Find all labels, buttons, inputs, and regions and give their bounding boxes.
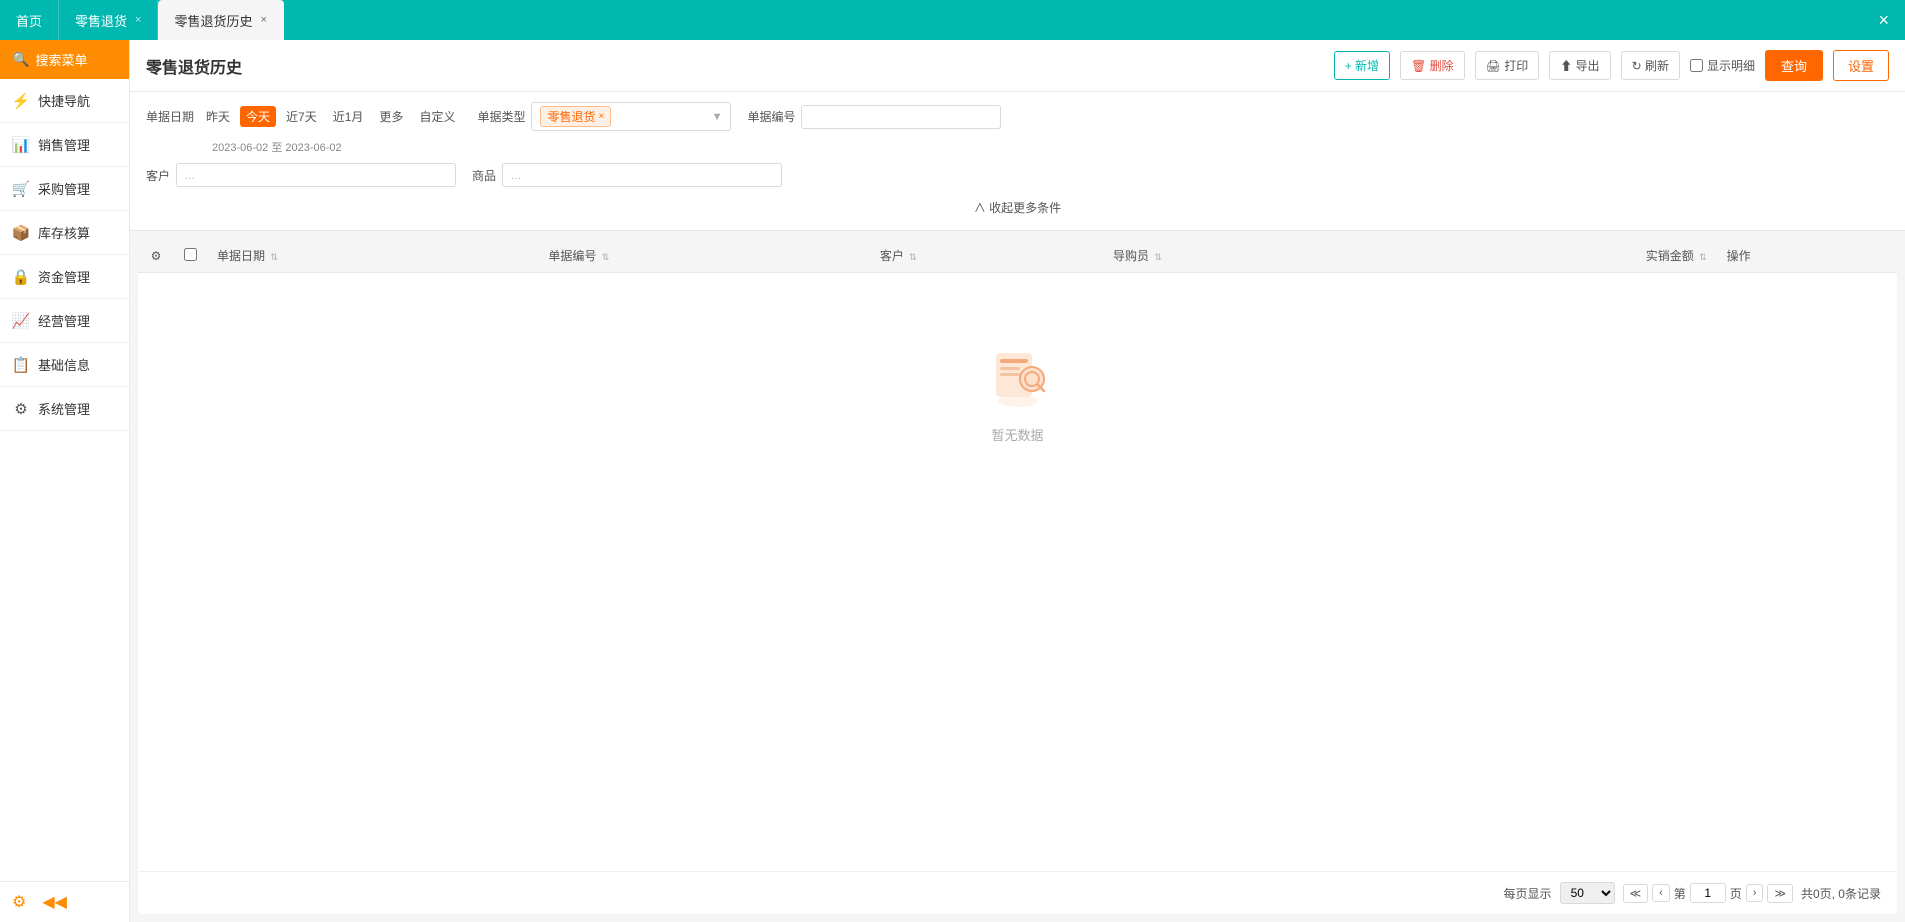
system-icon: ⚙ bbox=[12, 400, 30, 418]
col-amount[interactable]: 实销金额 ⇅ bbox=[1385, 239, 1716, 273]
page-header: 零售退货历史 + 新增 🗑 删除 🖨 打印 ⬆ 导出 ↻ 刷新 显示明细 查询 … bbox=[130, 40, 1905, 92]
page-size-select[interactable]: 50 10 20 100 bbox=[1560, 882, 1615, 904]
refresh-button[interactable]: ↻ 刷新 bbox=[1621, 51, 1680, 80]
date-filter-field: 单据日期 昨天 今天 近7天 近1月 更多 自定义 bbox=[146, 106, 461, 127]
sidebar-item-inventory[interactable]: 📦 库存核算 bbox=[0, 211, 129, 255]
delete-button[interactable]: 🗑 删除 bbox=[1400, 51, 1465, 80]
page-next-button[interactable]: › bbox=[1746, 884, 1764, 902]
col-bill-date[interactable]: 单据日期 ⇅ bbox=[207, 239, 538, 273]
tab-home[interactable]: 首页 bbox=[0, 0, 59, 40]
sidebar-item-basic-info[interactable]: 📋 基础信息 bbox=[0, 343, 129, 387]
sort-icon-amount: ⇅ bbox=[1699, 252, 1707, 262]
page-last-button[interactable]: ≫ bbox=[1767, 884, 1793, 903]
empty-state: 暂无数据 bbox=[138, 273, 1897, 504]
page-first-button[interactable]: ≪ bbox=[1623, 884, 1649, 903]
print-button[interactable]: 🖨 打印 bbox=[1475, 51, 1540, 80]
sort-icon-customer: ⇅ bbox=[909, 252, 917, 262]
col-settings[interactable]: ⚙ bbox=[138, 239, 174, 273]
bill-type-select[interactable]: 零售退货 × ▼ bbox=[531, 102, 731, 131]
tab-retail-return-history[interactable]: 零售退货历史 × bbox=[158, 0, 283, 40]
sidebar-item-operations[interactable]: 📈 经营管理 bbox=[0, 299, 129, 343]
search-icon: 🔍 bbox=[12, 51, 29, 68]
tab-bar: 首页 零售退货 × 零售退货历史 × bbox=[0, 0, 1862, 40]
operations-icon: 📈 bbox=[12, 312, 30, 330]
settings-icon[interactable]: ⚙ bbox=[12, 892, 26, 912]
pagination: 每页显示 50 10 20 100 ≪ ‹ 第 页 › ≫ 共0页, 0条记录 bbox=[138, 871, 1897, 914]
bill-type-tag-close[interactable]: × bbox=[598, 111, 604, 122]
goods-input[interactable] bbox=[502, 163, 782, 187]
table-wrapper: ⚙ 单据日期 ⇅ 单据编号 ⇅ 客户 bbox=[138, 239, 1897, 871]
sidebar-item-system[interactable]: ⚙ 系统管理 bbox=[0, 387, 129, 431]
collapse-button[interactable]: ∧ 收起更多条件 bbox=[966, 195, 1069, 220]
date-opt-custom[interactable]: 自定义 bbox=[413, 106, 461, 127]
sidebar-item-purchase[interactable]: 🛒 采购管理 bbox=[0, 167, 129, 211]
empty-text: 暂无数据 bbox=[991, 425, 1043, 444]
query-button[interactable]: 查询 bbox=[1765, 50, 1823, 81]
show-detail-checkbox[interactable] bbox=[1690, 59, 1703, 72]
sidebar-bottom: ⚙ ◀◀ bbox=[0, 881, 129, 922]
sort-icon-bill-date: ⇅ bbox=[270, 252, 278, 262]
header-actions: + 新增 🗑 删除 🖨 打印 ⬆ 导出 ↻ 刷新 显示明细 查询 设置 bbox=[1334, 50, 1889, 81]
sidebar-item-quick-nav[interactable]: ⚡ 快捷导航 bbox=[0, 79, 129, 123]
date-opt-yesterday[interactable]: 昨天 bbox=[200, 106, 236, 127]
filter-row-2: 客户 商品 bbox=[146, 163, 1889, 187]
date-range-display: 2023-06-02 至 2023-06-02 bbox=[212, 142, 342, 154]
main-layout: 🔍 搜索菜单 ⚡ 快捷导航 📊 销售管理 🛒 采购管理 📦 库存核算 🔒 资金管… bbox=[0, 40, 1905, 922]
content-area: 零售退货历史 + 新增 🗑 删除 🖨 打印 ⬆ 导出 ↻ 刷新 显示明细 查询 … bbox=[130, 40, 1905, 922]
customer-input[interactable] bbox=[176, 163, 456, 187]
page-prev-button[interactable]: ‹ bbox=[1652, 884, 1670, 902]
date-opt-today[interactable]: 今天 bbox=[240, 106, 276, 127]
sales-icon: 📊 bbox=[12, 136, 30, 154]
page-number-input[interactable] bbox=[1690, 883, 1726, 903]
sidebar-item-sales[interactable]: 📊 销售管理 bbox=[0, 123, 129, 167]
page-nav: ≪ ‹ 第 页 › ≫ bbox=[1623, 883, 1793, 903]
new-button[interactable]: + 新增 bbox=[1334, 51, 1390, 80]
filter-row-1: 单据日期 昨天 今天 近7天 近1月 更多 自定义 单据类型 bbox=[146, 102, 1889, 131]
date-opt-more[interactable]: 更多 bbox=[373, 106, 409, 127]
empty-icon bbox=[978, 333, 1058, 413]
window-close-button[interactable]: × bbox=[1862, 10, 1905, 31]
date-options: 昨天 今天 近7天 近1月 更多 自定义 bbox=[200, 106, 461, 127]
sidebar-item-finance[interactable]: 🔒 资金管理 bbox=[0, 255, 129, 299]
bill-type-field: 单据类型 零售退货 × ▼ bbox=[477, 102, 731, 131]
sidebar: 🔍 搜索菜单 ⚡ 快捷导航 📊 销售管理 🛒 采购管理 📦 库存核算 🔒 资金管… bbox=[0, 40, 130, 922]
page-total: 共0页, 0条记录 bbox=[1801, 885, 1881, 902]
tab-retail-return-close[interactable]: × bbox=[135, 14, 141, 26]
date-opt-7days[interactable]: 近7天 bbox=[280, 106, 323, 127]
speaker-icon[interactable]: ◀◀ bbox=[42, 892, 67, 912]
tab-retail-return[interactable]: 零售退货 × bbox=[59, 0, 158, 40]
finance-icon: 🔒 bbox=[12, 268, 30, 286]
set-button[interactable]: 设置 bbox=[1833, 50, 1889, 81]
col-customer[interactable]: 客户 ⇅ bbox=[870, 239, 1103, 273]
data-table: ⚙ 单据日期 ⇅ 单据编号 ⇅ 客户 bbox=[138, 239, 1897, 273]
date-opt-1month[interactable]: 近1月 bbox=[327, 106, 370, 127]
export-button[interactable]: ⬆ 导出 bbox=[1549, 51, 1610, 80]
goods-filter-field: 商品 bbox=[472, 163, 782, 187]
sort-icon-guide: ⇅ bbox=[1154, 252, 1162, 262]
inventory-icon: 📦 bbox=[12, 224, 30, 242]
col-actions: 操作 bbox=[1717, 239, 1897, 273]
bill-type-tag: 零售退货 × bbox=[540, 106, 611, 127]
filter-area: 单据日期 昨天 今天 近7天 近1月 更多 自定义 单据类型 bbox=[130, 92, 1905, 231]
col-bill-no[interactable]: 单据编号 ⇅ bbox=[538, 239, 869, 273]
bill-type-dropdown-arrow: ▼ bbox=[712, 111, 723, 123]
sort-icon-bill-no: ⇅ bbox=[602, 252, 610, 262]
page-title: 零售退货历史 bbox=[146, 54, 242, 78]
sidebar-search[interactable]: 🔍 搜索菜单 bbox=[0, 40, 129, 79]
bill-no-input[interactable] bbox=[801, 105, 1001, 129]
customer-filter-field: 客户 bbox=[146, 163, 456, 187]
select-all-checkbox[interactable] bbox=[184, 248, 197, 261]
col-guide[interactable]: 导购员 ⇅ bbox=[1103, 239, 1385, 273]
col-checkbox[interactable] bbox=[174, 239, 207, 273]
quick-nav-icon: ⚡ bbox=[12, 92, 30, 110]
top-bar: 首页 零售退货 × 零售退货历史 × × bbox=[0, 0, 1905, 40]
tab-retail-return-history-close[interactable]: × bbox=[260, 14, 266, 26]
table-area: ⚙ 单据日期 ⇅ 单据编号 ⇅ 客户 bbox=[138, 239, 1897, 914]
purchase-icon: 🛒 bbox=[12, 180, 30, 198]
bill-no-field: 单据编号 bbox=[747, 105, 1001, 129]
basic-info-icon: 📋 bbox=[12, 356, 30, 374]
table-header-row: ⚙ 单据日期 ⇅ 单据编号 ⇅ 客户 bbox=[138, 239, 1897, 273]
show-detail-checkbox-label: 显示明细 bbox=[1690, 57, 1755, 74]
